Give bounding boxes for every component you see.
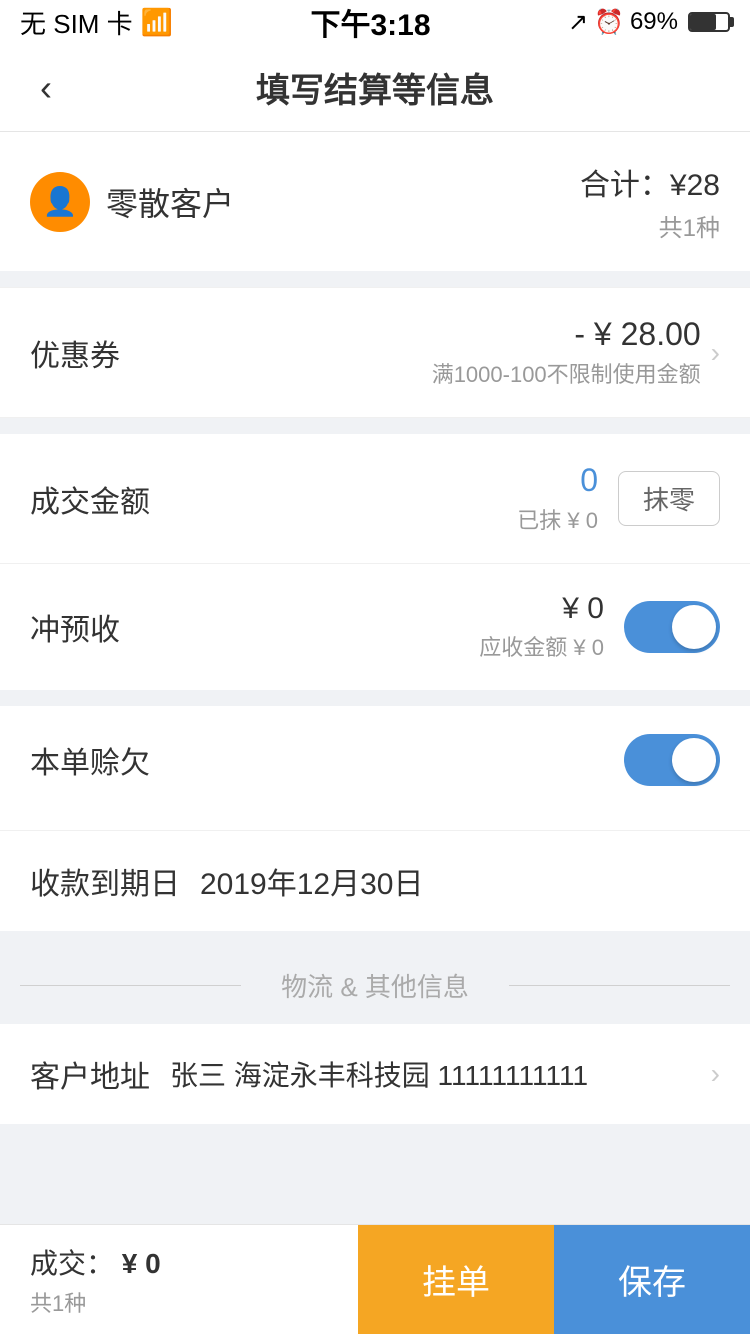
total-count: 共1种	[580, 208, 720, 243]
bottom-bar: 成交： ¥ 0 共1种 挂单 保存	[0, 1224, 750, 1334]
coupon-right: - ¥ 28.00 满1000-100不限制使用金额 ›	[432, 316, 720, 389]
coupon-row[interactable]: 优惠券 - ¥ 28.00 满1000-100不限制使用金额 ›	[0, 287, 750, 418]
chevron-right-icon: ›	[711, 337, 720, 369]
bottom-count: 共1种	[30, 1286, 328, 1318]
transaction-label: 成交金额	[30, 477, 150, 521]
logistics-divider: 物流 & 其他信息	[0, 947, 750, 1024]
avatar-icon: 👤	[43, 185, 78, 218]
due-date-row: 收款到期日 2019年12月30日	[0, 830, 750, 931]
prepay-toggle[interactable]	[624, 601, 720, 653]
address-chevron-icon: ›	[711, 1058, 720, 1090]
deal-label: 成交：	[30, 1248, 114, 1279]
coupon-description: 满1000-100不限制使用金额	[432, 357, 701, 389]
due-date-value: 2019年12月30日	[200, 859, 423, 903]
total-amount: 合计：¥28	[580, 160, 720, 204]
transaction-section: 成交金额 0 已抹 ¥ 0 抹零 冲预收 ¥ 0 应收金额 ¥ 0	[0, 434, 750, 690]
transaction-row: 成交金额 0 已抹 ¥ 0 抹零	[0, 434, 750, 564]
due-date-label: 收款到期日	[30, 859, 180, 903]
transaction-value-block: 0 已抹 ¥ 0	[517, 462, 598, 535]
transaction-value: 0	[580, 462, 598, 498]
back-button[interactable]: ‹	[30, 57, 62, 119]
alarm-icon: ⏰	[594, 8, 624, 37]
customer-section: 👤 零散客户 合计：¥28 共1种	[0, 132, 750, 271]
prepay-row: 冲预收 ¥ 0 应收金额 ¥ 0	[0, 564, 750, 690]
address-section[interactable]: 客户地址 张三 海淀永丰科技园 11111111111 ›	[0, 1024, 750, 1124]
round-off-button[interactable]: 抹零	[618, 471, 720, 526]
main-content: 👤 零散客户 合计：¥28 共1种 优惠券 - ¥ 28.00 满1000-10…	[0, 132, 750, 1260]
bottom-deal: 成交： ¥ 0	[30, 1242, 328, 1282]
coupon-amount: - ¥ 28.00	[432, 316, 701, 353]
divider-line-right	[509, 985, 730, 986]
debt-label: 本单赊欠	[30, 738, 150, 782]
coupon-section[interactable]: 优惠券 - ¥ 28.00 满1000-100不限制使用金额 ›	[0, 287, 750, 418]
prepay-value-block: ¥ 0 应收金额 ¥ 0	[479, 592, 604, 662]
coupon-label: 优惠券	[30, 331, 120, 375]
battery-icon	[688, 12, 730, 32]
address-value: 张三 海淀永丰科技园 11111111111	[170, 1054, 711, 1094]
location-icon: ↗	[568, 8, 588, 37]
coupon-value-block: - ¥ 28.00 满1000-100不限制使用金额	[432, 316, 701, 389]
customer-right: 合计：¥28 共1种	[580, 160, 720, 243]
address-row[interactable]: 客户地址 张三 海淀永丰科技园 11111111111 ›	[0, 1024, 750, 1124]
avatar: 👤	[30, 172, 90, 232]
transaction-right: 0 已抹 ¥ 0 抹零	[517, 462, 720, 535]
status-right: ↗ ⏰ 69%	[568, 8, 730, 37]
debt-toggle[interactable]	[624, 734, 720, 786]
bottom-info: 成交： ¥ 0 共1种	[0, 1242, 358, 1318]
debt-row: 本单赊欠	[0, 706, 750, 814]
transaction-sub: 已抹 ¥ 0	[517, 503, 598, 535]
hang-button[interactable]: 挂单	[358, 1225, 554, 1334]
status-left: 无 SIM 卡 📶	[20, 4, 173, 41]
debt-toggle-knob	[672, 738, 716, 782]
prepay-amount: ¥ 0	[479, 592, 604, 626]
prepay-sub: 应收金额 ¥ 0	[479, 630, 604, 662]
status-time: 下午3:18	[310, 0, 430, 44]
save-button[interactable]: 保存	[554, 1225, 750, 1334]
nav-bar: ‹ 填写结算等信息	[0, 44, 750, 132]
deal-amount: ¥ 0	[122, 1248, 161, 1279]
debt-section: 本单赊欠 收款到期日 2019年12月30日	[0, 706, 750, 931]
battery-percent: 69%	[630, 8, 678, 36]
toggle-knob	[672, 605, 716, 649]
wifi-icon: 📶	[141, 7, 173, 38]
customer-name: 零散客户	[106, 179, 234, 225]
carrier-text: 无 SIM 卡	[20, 4, 133, 41]
address-label: 客户地址	[30, 1052, 150, 1096]
prepay-right: ¥ 0 应收金额 ¥ 0	[479, 592, 720, 662]
logistics-label: 物流 & 其他信息	[281, 967, 469, 1004]
divider-line-left	[20, 985, 241, 986]
prepay-label: 冲预收	[30, 605, 120, 649]
page-title: 填写结算等信息	[256, 63, 494, 112]
status-bar: 无 SIM 卡 📶 下午3:18 ↗ ⏰ 69%	[0, 0, 750, 44]
customer-left: 👤 零散客户	[30, 172, 234, 232]
